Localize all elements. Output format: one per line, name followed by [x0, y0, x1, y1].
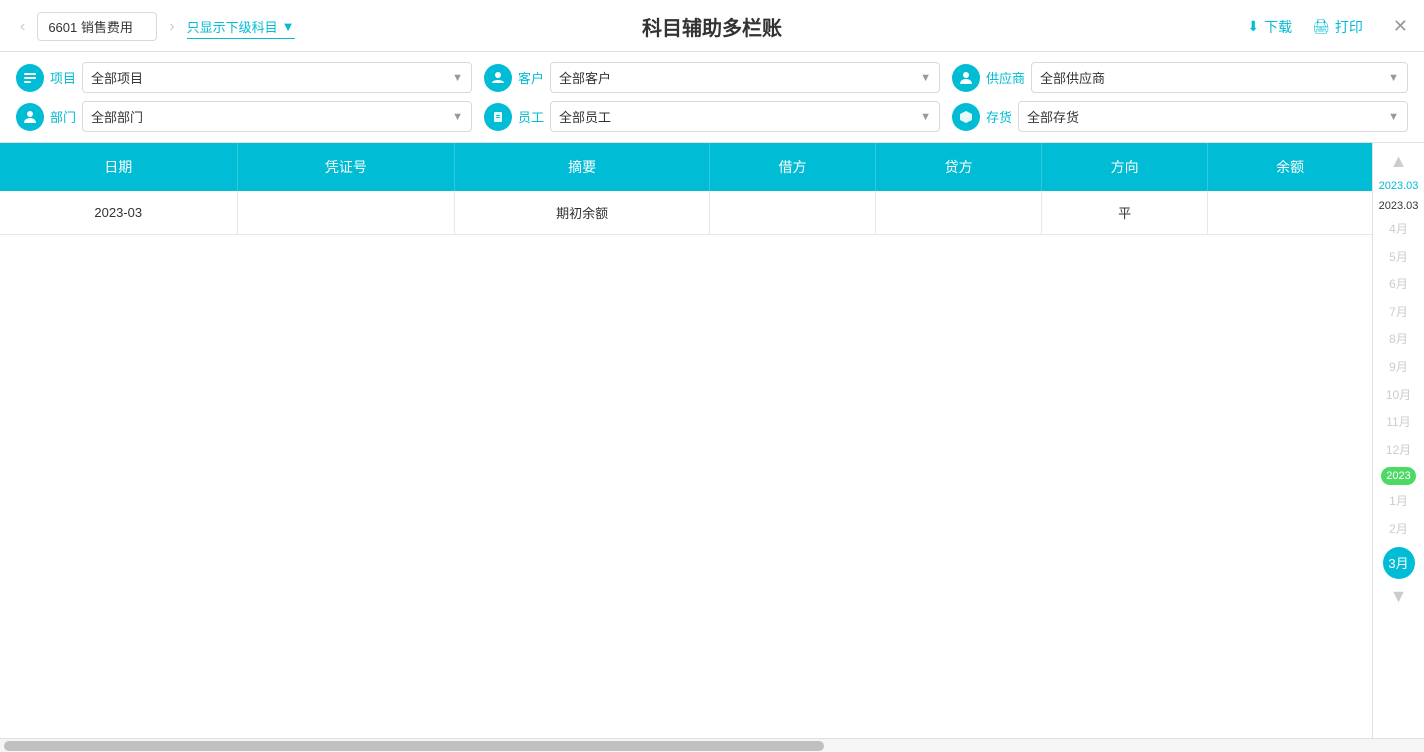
employee-arrow-icon: ▼ — [920, 111, 931, 123]
table-row: 2023-03 期初余额 平 — [0, 191, 1372, 235]
dept-value: 全部部门 — [91, 107, 143, 126]
sidebar-period-2023-03[interactable]: 2023.03 — [1373, 196, 1424, 216]
supplier-icon — [952, 64, 980, 92]
close-button[interactable]: ✕ — [1393, 16, 1408, 37]
download-icon: ⬇ — [1247, 18, 1259, 35]
project-select[interactable]: 全部项目 ▼ — [82, 62, 472, 93]
main-window: ‹ 6601 销售费用 › 只显示下级科目 ▼ 科目辅助多栏账 ⬇ 下载 🖨 打… — [0, 0, 1424, 752]
supplier-arrow-icon: ▼ — [1388, 72, 1399, 84]
project-label: 项目 — [50, 68, 76, 87]
employee-icon — [484, 103, 512, 131]
sidebar-month-12[interactable]: 12月 — [1373, 437, 1424, 465]
cell-credit — [876, 191, 1042, 235]
account-code[interactable]: 6601 销售费用 — [37, 12, 157, 41]
sidebar-month-6[interactable]: 6月 — [1373, 271, 1424, 299]
sidebar-month-2[interactable]: 2月 — [1373, 516, 1424, 544]
col-credit: 贷方 — [876, 143, 1042, 191]
filter-row-1: 项目 全部项目 ▼ 客户 全部客户 ▼ — [16, 62, 1408, 93]
col-voucher: 凭证号 — [237, 143, 455, 191]
inventory-select[interactable]: 全部存货 ▼ — [1018, 101, 1408, 132]
customer-select[interactable]: 全部客户 ▼ — [550, 62, 940, 93]
customer-arrow-icon: ▼ — [920, 72, 931, 84]
page-title: 科目辅助多栏账 — [642, 12, 782, 41]
right-sidebar: ▲ 2023.03 2023.03 4月 5月 6月 7月 8月 9月 10月 … — [1372, 143, 1424, 738]
cell-date: 2023-03 — [0, 191, 237, 235]
supplier-label: 供应商 — [986, 68, 1025, 87]
scrollbar-thumb[interactable] — [4, 741, 824, 751]
inventory-value: 全部存货 — [1027, 107, 1079, 126]
filter-inventory: 存货 全部存货 ▼ — [952, 101, 1408, 132]
employee-label: 员工 — [518, 107, 544, 126]
cell-direction: 平 — [1042, 191, 1208, 235]
filter-dept: 部门 全部部门 ▼ — [16, 101, 472, 132]
prev-arrow[interactable]: ‹ — [16, 16, 29, 38]
col-balance: 余额 — [1208, 143, 1372, 191]
dept-select[interactable]: 全部部门 ▼ — [82, 101, 472, 132]
sidebar-month-10[interactable]: 10月 — [1373, 382, 1424, 410]
employee-value: 全部员工 — [559, 107, 611, 126]
dept-arrow-icon: ▼ — [452, 111, 463, 123]
print-icon: 🖨 — [1312, 18, 1330, 35]
sidebar-year-2023[interactable]: 2023 — [1381, 467, 1415, 485]
employee-select[interactable]: 全部员工 ▼ — [550, 101, 940, 132]
sidebar-month-5[interactable]: 5月 — [1373, 244, 1424, 272]
sidebar-period-header[interactable]: 2023.03 — [1373, 176, 1424, 196]
customer-value: 全部客户 — [559, 68, 611, 87]
col-summary: 摘要 — [455, 143, 710, 191]
download-label: 下载 — [1264, 17, 1292, 37]
cell-voucher — [237, 191, 455, 235]
sidebar-month-7[interactable]: 7月 — [1373, 299, 1424, 327]
table-container[interactable]: 日期 凭证号 摘要 借方 贷方 方向 余额 2023-03 期初余额 — [0, 143, 1372, 738]
dept-label: 部门 — [50, 107, 76, 126]
sidebar-month-4[interactable]: 4月 — [1373, 216, 1424, 244]
sidebar-month-9[interactable]: 9月 — [1373, 354, 1424, 382]
sidebar-month-1[interactable]: 1月 — [1373, 488, 1424, 516]
col-date: 日期 — [0, 143, 237, 191]
supplier-select[interactable]: 全部供应商 ▼ — [1031, 62, 1408, 93]
filter-employee: 员工 全部员工 ▼ — [484, 101, 940, 132]
sidebar-month-8[interactable]: 8月 — [1373, 326, 1424, 354]
sidebar-month-11[interactable]: 11月 — [1373, 409, 1424, 437]
project-icon — [16, 64, 44, 92]
customer-label: 客户 — [518, 68, 544, 87]
filter-bar: 项目 全部项目 ▼ 客户 全部客户 ▼ — [0, 52, 1424, 143]
print-label: 打印 — [1335, 17, 1363, 37]
filter-project: 项目 全部项目 ▼ — [16, 62, 472, 93]
title-bar-left: ‹ 6601 销售费用 › 只显示下级科目 ▼ — [16, 12, 295, 41]
title-bar: ‹ 6601 销售费用 › 只显示下级科目 ▼ 科目辅助多栏账 ⬇ 下载 🖨 打… — [0, 0, 1424, 52]
col-debit: 借方 — [709, 143, 875, 191]
table-header-row: 日期 凭证号 摘要 借方 贷方 方向 余额 — [0, 143, 1372, 191]
cell-summary: 期初余额 — [455, 191, 710, 235]
main-table: 日期 凭证号 摘要 借方 贷方 方向 余额 2023-03 期初余额 — [0, 143, 1372, 235]
inventory-label: 存货 — [986, 107, 1012, 126]
table-wrapper: 日期 凭证号 摘要 借方 贷方 方向 余额 2023-03 期初余额 — [0, 143, 1424, 738]
show-sub-arrow-icon: ▼ — [282, 19, 295, 34]
download-button[interactable]: ⬇ 下载 — [1247, 17, 1292, 37]
title-bar-right: ⬇ 下载 🖨 打印 ✕ — [1247, 16, 1408, 37]
horizontal-scrollbar[interactable] — [0, 738, 1424, 752]
next-arrow[interactable]: › — [165, 16, 178, 38]
customer-icon — [484, 64, 512, 92]
dept-icon — [16, 103, 44, 131]
inventory-arrow-icon: ▼ — [1388, 111, 1399, 123]
show-sub-label: 只显示下级科目 — [187, 17, 278, 36]
col-direction: 方向 — [1042, 143, 1208, 191]
filter-supplier: 供应商 全部供应商 ▼ — [952, 62, 1408, 93]
project-value: 全部项目 — [91, 68, 143, 87]
print-button[interactable]: 🖨 打印 — [1312, 17, 1363, 37]
cell-debit — [709, 191, 875, 235]
inventory-icon — [952, 103, 980, 131]
filter-customer: 客户 全部客户 ▼ — [484, 62, 940, 93]
filter-row-2: 部门 全部部门 ▼ 员工 全部员工 ▼ — [16, 101, 1408, 132]
sidebar-down-arrow[interactable]: ▼ — [1386, 582, 1412, 611]
project-arrow-icon: ▼ — [452, 72, 463, 84]
show-sub-button[interactable]: 只显示下级科目 ▼ — [187, 15, 295, 39]
sidebar-up-arrow[interactable]: ▲ — [1386, 147, 1412, 176]
sidebar-month-3-active[interactable]: 3月 — [1383, 547, 1415, 579]
cell-balance — [1208, 191, 1372, 235]
supplier-value: 全部供应商 — [1040, 68, 1105, 87]
